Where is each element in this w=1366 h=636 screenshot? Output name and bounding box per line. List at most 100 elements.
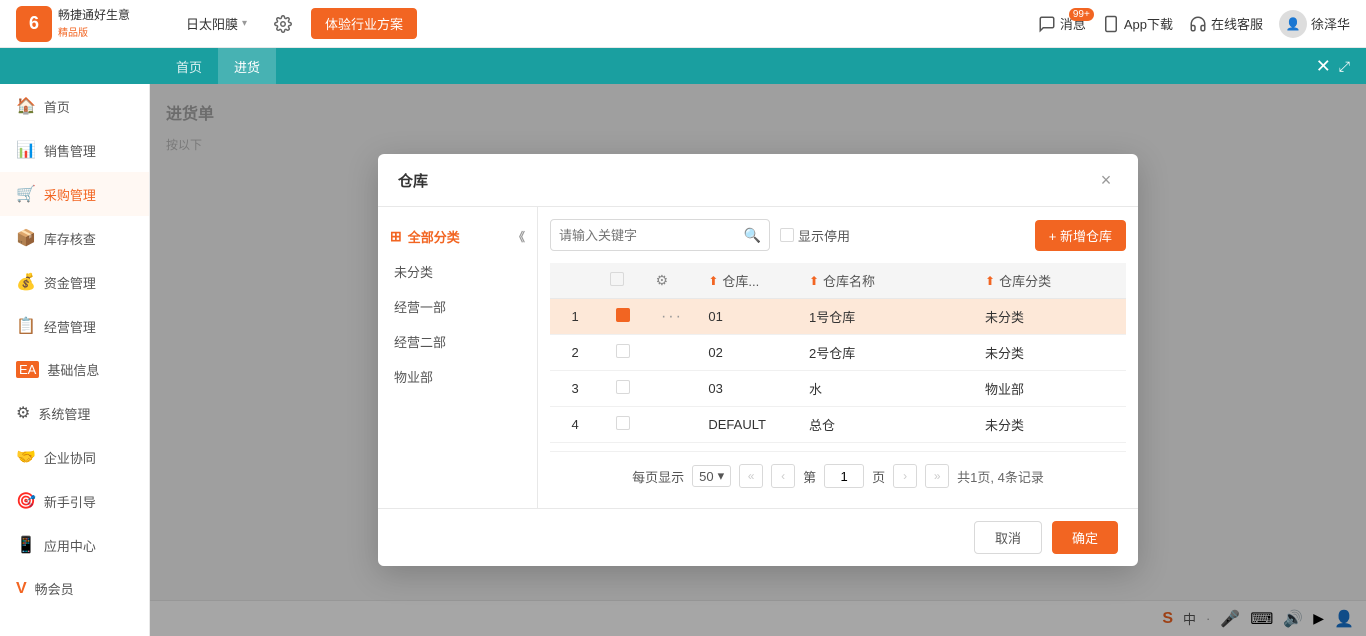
sidebar-item-base-info[interactable]: EA 基础信息 xyxy=(0,348,149,391)
enterprise-icon: 🤝 xyxy=(16,447,36,467)
message-button[interactable]: 99+ 消息 xyxy=(1038,14,1086,33)
table-row[interactable]: 2 02 2号仓库 未分类 xyxy=(550,335,1126,371)
collapse-category-button[interactable]: 《 xyxy=(513,228,525,245)
page-number-input[interactable] xyxy=(824,464,864,488)
cancel-button[interactable]: 取消 xyxy=(974,521,1042,554)
message-badge: 99+ xyxy=(1069,8,1094,21)
cell-code: DEFAULT xyxy=(698,407,799,443)
prev-page-button[interactable]: ‹ xyxy=(771,464,795,488)
sidebar-label-inventory: 库存核查 xyxy=(44,229,96,248)
expand-window-button[interactable]: ⤢ xyxy=(1339,58,1350,75)
cell-gear xyxy=(646,335,699,371)
search-input[interactable] xyxy=(559,228,744,243)
sub-nav-purchase[interactable]: 进货 xyxy=(218,48,276,84)
row-checkbox[interactable] xyxy=(616,308,630,322)
store-selector[interactable]: 日太阳膜 ▾ xyxy=(178,14,255,33)
sidebar-item-finance[interactable]: 💰 资金管理 xyxy=(0,260,149,304)
per-page-select[interactable]: 50 ▾ xyxy=(692,465,731,487)
sidebar-label-enterprise: 企业协同 xyxy=(44,448,96,467)
sidebar-label-home: 首页 xyxy=(44,97,70,116)
main-layout: 🏠 首页 📊 销售管理 🛒 采购管理 📦 库存核查 💰 资金管理 📋 经营管理 … xyxy=(0,84,1366,636)
online-service-button[interactable]: 在线客服 xyxy=(1189,14,1263,33)
sub-nav-home[interactable]: 首页 xyxy=(160,48,218,84)
sidebar-label-base-info: 基础信息 xyxy=(47,360,99,379)
sidebar-label-system: 系统管理 xyxy=(38,404,90,423)
cell-num: 3 xyxy=(550,371,600,407)
sidebar-label-app-center: 应用中心 xyxy=(44,536,96,555)
guide-icon: 🎯 xyxy=(16,491,36,511)
home-icon: 🏠 xyxy=(16,96,36,116)
next-page-button[interactable]: › xyxy=(893,464,917,488)
user-profile-button[interactable]: 👤 徐泽华 xyxy=(1279,10,1350,38)
last-page-button[interactable]: » xyxy=(925,464,949,488)
header-right: 99+ 消息 App下载 在线客服 👤 徐泽华 xyxy=(1038,10,1350,38)
cell-name: 2号仓库 xyxy=(799,335,975,371)
category-item-property[interactable]: 物业部 xyxy=(378,359,537,394)
pagination-bar: 每页显示 50 ▾ « ‹ 第 页 › » 共1页 xyxy=(550,451,1126,496)
sort-code-icon: ⬆ xyxy=(708,274,718,288)
th-name: ⬆仓库名称 xyxy=(799,263,975,299)
close-window-button[interactable]: ✕ xyxy=(1316,56,1331,77)
grid-icon: ⊞ xyxy=(390,228,402,245)
table-row[interactable]: 3 03 水 物业部 xyxy=(550,371,1126,407)
sub-header: 首页 进货 ✕ ⤢ xyxy=(0,48,1366,84)
brand-edition: 精品版 xyxy=(58,24,130,39)
sidebar-item-purchase[interactable]: 🛒 采购管理 xyxy=(0,172,149,216)
modal-title: 仓库 xyxy=(398,170,428,191)
sidebar-item-vip[interactable]: V 畅会员 xyxy=(0,567,149,610)
sort-category-icon: ⬆ xyxy=(985,274,995,288)
sub-header-right: ✕ ⤢ xyxy=(1316,56,1350,77)
store-name: 日太阳膜 xyxy=(186,14,238,33)
column-settings-icon[interactable]: ⚙ xyxy=(656,272,669,288)
category-all-button[interactable]: ⊞ 全部分类 《 xyxy=(378,219,537,254)
search-icon[interactable]: 🔍 xyxy=(744,227,761,244)
show-disabled-checkbox[interactable] xyxy=(780,228,794,242)
row-checkbox[interactable] xyxy=(616,380,630,394)
sidebar-item-home[interactable]: 🏠 首页 xyxy=(0,84,149,128)
sidebar-label-operations: 经营管理 xyxy=(44,317,96,336)
sidebar-item-guide[interactable]: 🎯 新手引导 xyxy=(0,479,149,523)
user-avatar: 👤 xyxy=(1279,10,1307,38)
first-page-button[interactable]: « xyxy=(739,464,763,488)
table-row[interactable]: 1 ··· 01 1号仓库 未分类 xyxy=(550,299,1126,335)
table-header-row: ⚙ ⬆仓库... ⬆仓库名称 xyxy=(550,263,1126,299)
category-all-label: 全部分类 xyxy=(408,227,460,246)
settings-button[interactable] xyxy=(267,8,299,40)
modal-footer: 取消 确定 xyxy=(378,508,1138,566)
sidebar-item-operations[interactable]: 📋 经营管理 xyxy=(0,304,149,348)
cell-num: 2 xyxy=(550,335,600,371)
vip-icon: V xyxy=(16,580,27,598)
table-toolbar: 🔍 显示停用 + 新增仓库 xyxy=(550,219,1126,251)
add-warehouse-button[interactable]: + 新增仓库 xyxy=(1035,220,1126,251)
show-disabled-wrap: 显示停用 xyxy=(780,226,850,245)
category-item-operation1[interactable]: 经营一部 xyxy=(378,289,537,324)
cell-check xyxy=(600,299,645,335)
app-download-label: App下载 xyxy=(1124,14,1173,33)
sidebar-item-system[interactable]: ⚙ 系统管理 xyxy=(0,391,149,435)
purchase-icon: 🛒 xyxy=(16,184,36,204)
row-checkbox[interactable] xyxy=(616,416,630,430)
category-item-unclassified[interactable]: 未分类 xyxy=(378,254,537,289)
row-checkbox[interactable] xyxy=(616,344,630,358)
select-all-checkbox[interactable] xyxy=(610,272,624,286)
category-item-operation2[interactable]: 经营二部 xyxy=(378,324,537,359)
modal-close-button[interactable]: × xyxy=(1094,168,1118,192)
cell-category: 未分类 xyxy=(975,299,1126,335)
sidebar-item-enterprise[interactable]: 🤝 企业协同 xyxy=(0,435,149,479)
sidebar-item-app-center[interactable]: 📱 应用中心 xyxy=(0,523,149,567)
online-service-label: 在线客服 xyxy=(1211,14,1263,33)
confirm-button[interactable]: 确定 xyxy=(1052,521,1118,554)
table-body: 1 ··· 01 1号仓库 未分类 2 02 2号仓库 未分类 3 xyxy=(550,299,1126,443)
sidebar-item-sales[interactable]: 📊 销售管理 xyxy=(0,128,149,172)
top-header: 6 畅捷通好生意 精品版 日太阳膜 ▾ 体验行业方案 99+ 消息 App下载 … xyxy=(0,0,1366,48)
cell-check xyxy=(600,407,645,443)
trial-button[interactable]: 体验行业方案 xyxy=(311,8,417,39)
app-download-button[interactable]: App下载 xyxy=(1102,14,1173,33)
username-label: 徐泽华 xyxy=(1311,14,1350,33)
table-row[interactable]: 4 DEFAULT 总仓 未分类 xyxy=(550,407,1126,443)
sidebar-item-inventory[interactable]: 📦 库存核查 xyxy=(0,216,149,260)
row-action-dots[interactable]: ··· xyxy=(661,308,683,325)
sidebar-label-vip: 畅会员 xyxy=(35,579,74,598)
cell-num: 1 xyxy=(550,299,600,335)
category-panel: ⊞ 全部分类 《 未分类 经营一部 经营二部 物业部 xyxy=(378,207,538,508)
